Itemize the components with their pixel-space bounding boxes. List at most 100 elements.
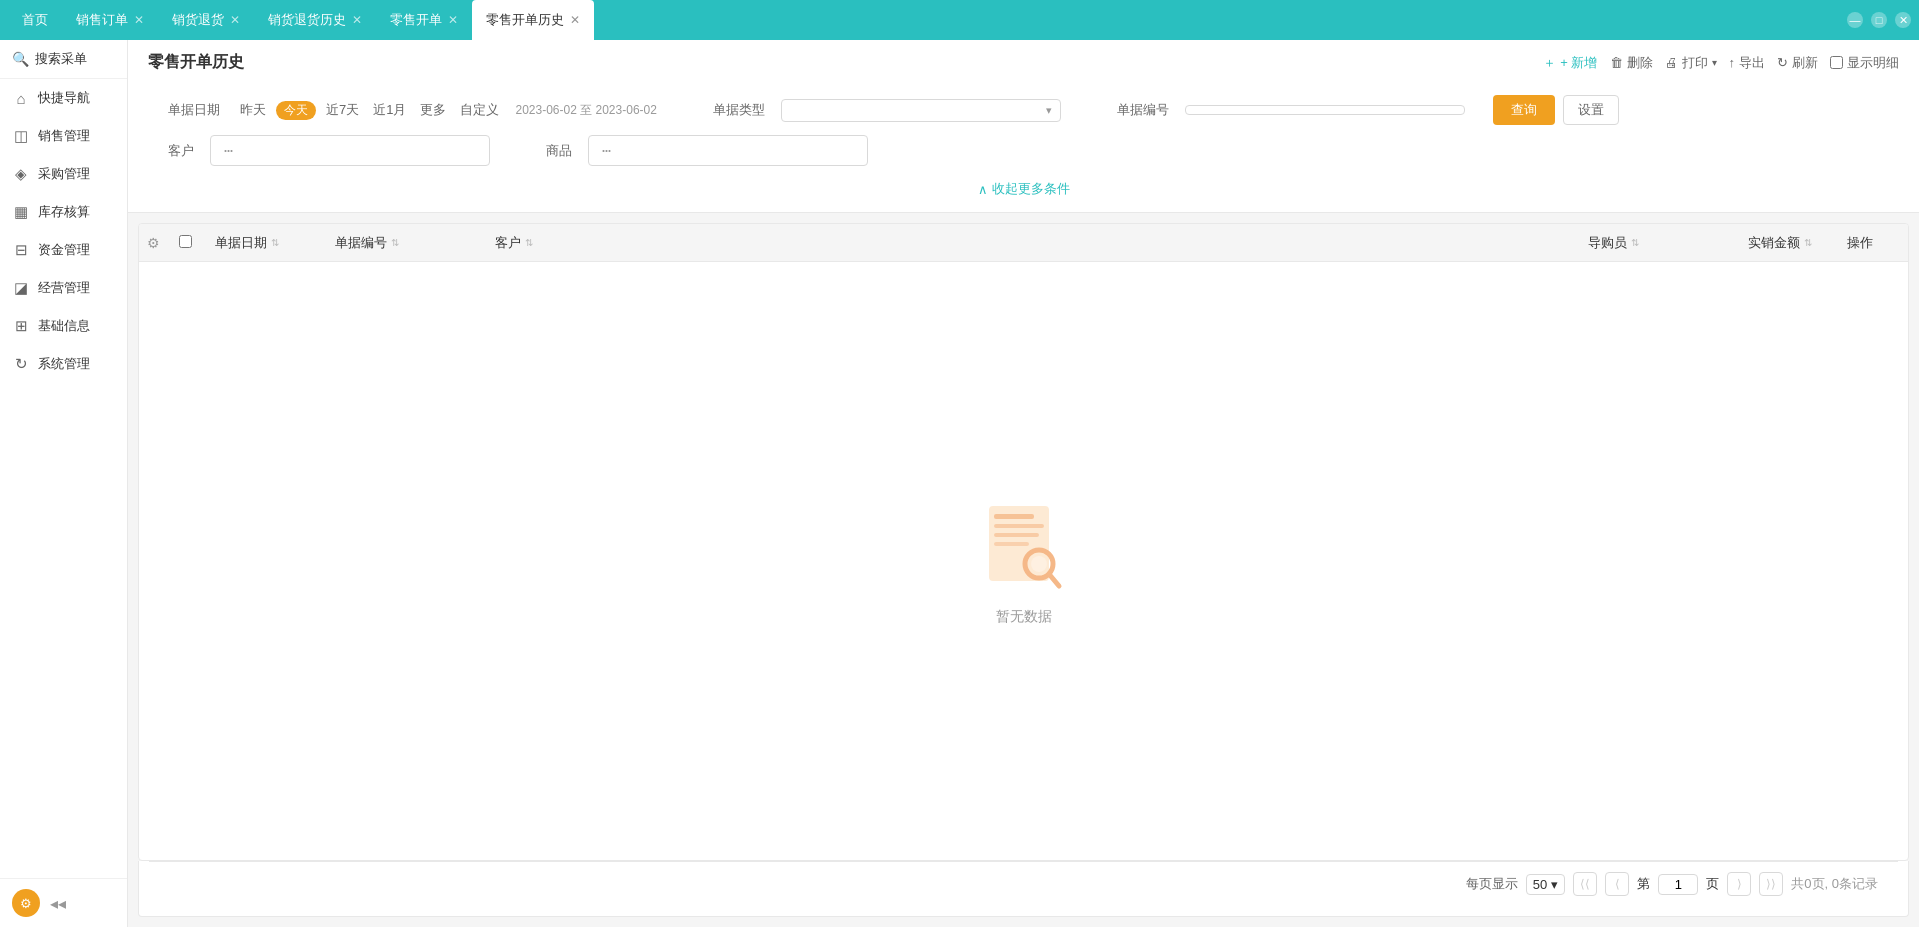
th-action-label: 操作 <box>1847 234 1873 252</box>
date-btn-yesterday[interactable]: 昨天 <box>236 99 270 121</box>
pagination-bar: 每页显示 50 ▾ ⟨⟨ ⟨ 第 页 ⟩ ⟩⟩ 共0页, 0条记录 <box>149 861 1898 906</box>
export-icon: ↑ <box>1729 55 1736 70</box>
doc-number-input[interactable] <box>1185 105 1465 115</box>
inventory-icon: ▦ <box>12 203 30 221</box>
sidebar-search[interactable]: 🔍 搜索采单 <box>0 40 127 79</box>
date-btn-7days[interactable]: 近7天 <box>322 99 363 121</box>
svg-rect-3 <box>994 533 1039 537</box>
th-number[interactable]: 单据编号 ⇅ <box>327 234 487 252</box>
date-filter-label: 单据日期 <box>168 101 220 119</box>
sidebar: 🔍 搜索采单 ⌂ 快捷导航 ◫ 销售管理 ◈ 采购管理 ▦ 库存核算 ⊟ 资金管 <box>0 40 128 927</box>
tab-close-retail-history[interactable]: ✕ <box>570 13 580 27</box>
th-number-sort-icon: ⇅ <box>391 237 399 248</box>
th-customer[interactable]: 客户 ⇅ <box>487 234 1580 252</box>
show-detail-label[interactable]: 显示明细 <box>1830 54 1899 72</box>
svg-rect-2 <box>994 524 1044 528</box>
tab-return-history[interactable]: 销货退货历史 ✕ <box>254 0 376 40</box>
svg-rect-4 <box>994 542 1029 546</box>
sidebar-item-finance[interactable]: ⊟ 资金管理 <box>0 231 127 269</box>
print-icon: 🖨 <box>1665 55 1678 70</box>
th-guide-sort-icon: ⇅ <box>1631 237 1639 248</box>
delete-button[interactable]: 🗑 删除 <box>1610 54 1653 72</box>
date-range-display: 2023-06-02 至 2023-06-02 <box>515 102 656 119</box>
date-btn-custom[interactable]: 自定义 <box>456 99 503 121</box>
tab-bar: 首页 销售订单 ✕ 销货退货 ✕ 销货退货历史 ✕ 零售开单 ✕ 零售开单历史 … <box>0 0 1919 40</box>
page-label: 第 <box>1637 875 1650 893</box>
query-button[interactable]: 查询 <box>1493 95 1555 125</box>
sidebar-search-label: 搜索采单 <box>35 50 87 68</box>
tab-retail-order[interactable]: 零售开单 ✕ <box>376 0 472 40</box>
basic-icon: ⊞ <box>12 317 30 335</box>
filter-area: 单据日期 昨天 今天 近7天 近1月 更多 自定义 2023-06-02 至 2… <box>148 85 1899 212</box>
tab-close-sales-order[interactable]: ✕ <box>134 13 144 27</box>
show-detail-checkbox[interactable] <box>1830 56 1843 69</box>
tab-retail-history[interactable]: 零售开单历史 ✕ <box>472 0 594 40</box>
sidebar-item-system[interactable]: ↻ 系统管理 <box>0 345 127 383</box>
page-title: 零售开单历史 <box>148 52 244 73</box>
filter-settings-button[interactable]: 设置 <box>1563 95 1619 125</box>
doc-type-select[interactable]: ▾ <box>781 99 1061 122</box>
prev-page-button[interactable]: ⟨ <box>1605 872 1629 896</box>
table-header: ⚙ 单据日期 ⇅ 单据编号 ⇅ 客户 ⇅ 导购员 ⇅ <box>139 224 1908 262</box>
svg-point-7 <box>1031 556 1047 572</box>
close-button[interactable]: ✕ <box>1895 12 1911 28</box>
doc-type-filter-label: 单据类型 <box>713 101 765 119</box>
finance-icon: ⊟ <box>12 241 30 259</box>
sidebar-item-inventory[interactable]: ▦ 库存核算 <box>0 193 127 231</box>
goods-input[interactable]: ··· <box>588 135 868 166</box>
page-header: 零售开单历史 ＋ + 新增 🗑 删除 🖨 打印 ▾ <box>128 40 1919 213</box>
sidebar-footer: ⚙ ◂◂ <box>0 878 127 927</box>
sidebar-item-basic[interactable]: ⊞ 基础信息 <box>0 307 127 345</box>
print-button[interactable]: 🖨 打印 ▾ <box>1665 54 1717 72</box>
print-dropdown-icon: ▾ <box>1712 57 1717 68</box>
table-select-all-checkbox[interactable] <box>179 235 207 251</box>
th-guide-label: 导购员 <box>1588 234 1627 252</box>
last-page-button[interactable]: ⟩⟩ <box>1759 872 1783 896</box>
add-button[interactable]: ＋ + 新增 <box>1543 54 1597 72</box>
tab-return[interactable]: 销货退货 ✕ <box>158 0 254 40</box>
home-icon: ⌂ <box>12 90 30 107</box>
data-table: ⚙ 单据日期 ⇅ 单据编号 ⇅ 客户 ⇅ 导购员 ⇅ <box>138 223 1909 861</box>
th-amount[interactable]: 实销金额 ⇅ <box>1700 234 1820 252</box>
maximize-button[interactable]: □ <box>1871 12 1887 28</box>
date-quick-buttons: 昨天 今天 近7天 近1月 更多 自定义 2023-06-02 至 2023-0… <box>236 99 657 121</box>
th-action: 操作 <box>1820 234 1900 252</box>
th-amount-label: 实销金额 <box>1748 234 1800 252</box>
sidebar-item-purchase[interactable]: ◈ 采购管理 <box>0 155 127 193</box>
sales-icon: ◫ <box>12 127 30 145</box>
collapse-button[interactable]: ∧ 收起更多条件 <box>168 176 1879 202</box>
th-guide[interactable]: 导购员 ⇅ <box>1580 234 1700 252</box>
doc-number-filter-label: 单据编号 <box>1117 101 1169 119</box>
customer-input[interactable]: ··· <box>210 135 490 166</box>
page-unit: 页 <box>1706 875 1719 893</box>
settings-footer-button[interactable]: ⚙ <box>12 889 40 917</box>
page-number-input[interactable] <box>1658 874 1698 895</box>
tab-close-return[interactable]: ✕ <box>230 13 240 27</box>
collapse-chevron-icon: ∧ <box>978 182 988 197</box>
minimize-button[interactable]: — <box>1847 12 1863 28</box>
refresh-button[interactable]: ↻ 刷新 <box>1777 54 1818 72</box>
tab-sales-order[interactable]: 销售订单 ✕ <box>62 0 158 40</box>
goods-dots: ··· <box>601 140 610 161</box>
export-button[interactable]: ↑ 导出 <box>1729 54 1766 72</box>
tab-home[interactable]: 首页 <box>8 0 62 40</box>
filter-row-2: 客户 ··· 商品 ··· <box>168 135 1879 166</box>
empty-illustration <box>964 496 1084 596</box>
first-page-button[interactable]: ⟨⟨ <box>1573 872 1597 896</box>
sidebar-item-management[interactable]: ◪ 经营管理 <box>0 269 127 307</box>
date-btn-today[interactable]: 今天 <box>276 101 316 120</box>
sidebar-item-nav[interactable]: ⌂ 快捷导航 <box>0 79 127 117</box>
sidebar-collapse-button[interactable]: ◂◂ <box>50 894 66 913</box>
per-page-select[interactable]: 50 ▾ <box>1526 874 1565 895</box>
tab-close-retail-order[interactable]: ✕ <box>448 13 458 27</box>
date-btn-more[interactable]: 更多 <box>416 99 450 121</box>
svg-rect-1 <box>994 514 1034 519</box>
empty-state: 暂无数据 <box>139 262 1908 860</box>
th-date[interactable]: 单据日期 ⇅ <box>207 234 327 252</box>
next-page-button[interactable]: ⟩ <box>1727 872 1751 896</box>
table-settings-icon[interactable]: ⚙ <box>147 235 179 251</box>
date-btn-1month[interactable]: 近1月 <box>369 99 410 121</box>
doc-type-dropdown-icon: ▾ <box>1046 104 1052 117</box>
sidebar-item-sales[interactable]: ◫ 销售管理 <box>0 117 127 155</box>
tab-close-return-history[interactable]: ✕ <box>352 13 362 27</box>
